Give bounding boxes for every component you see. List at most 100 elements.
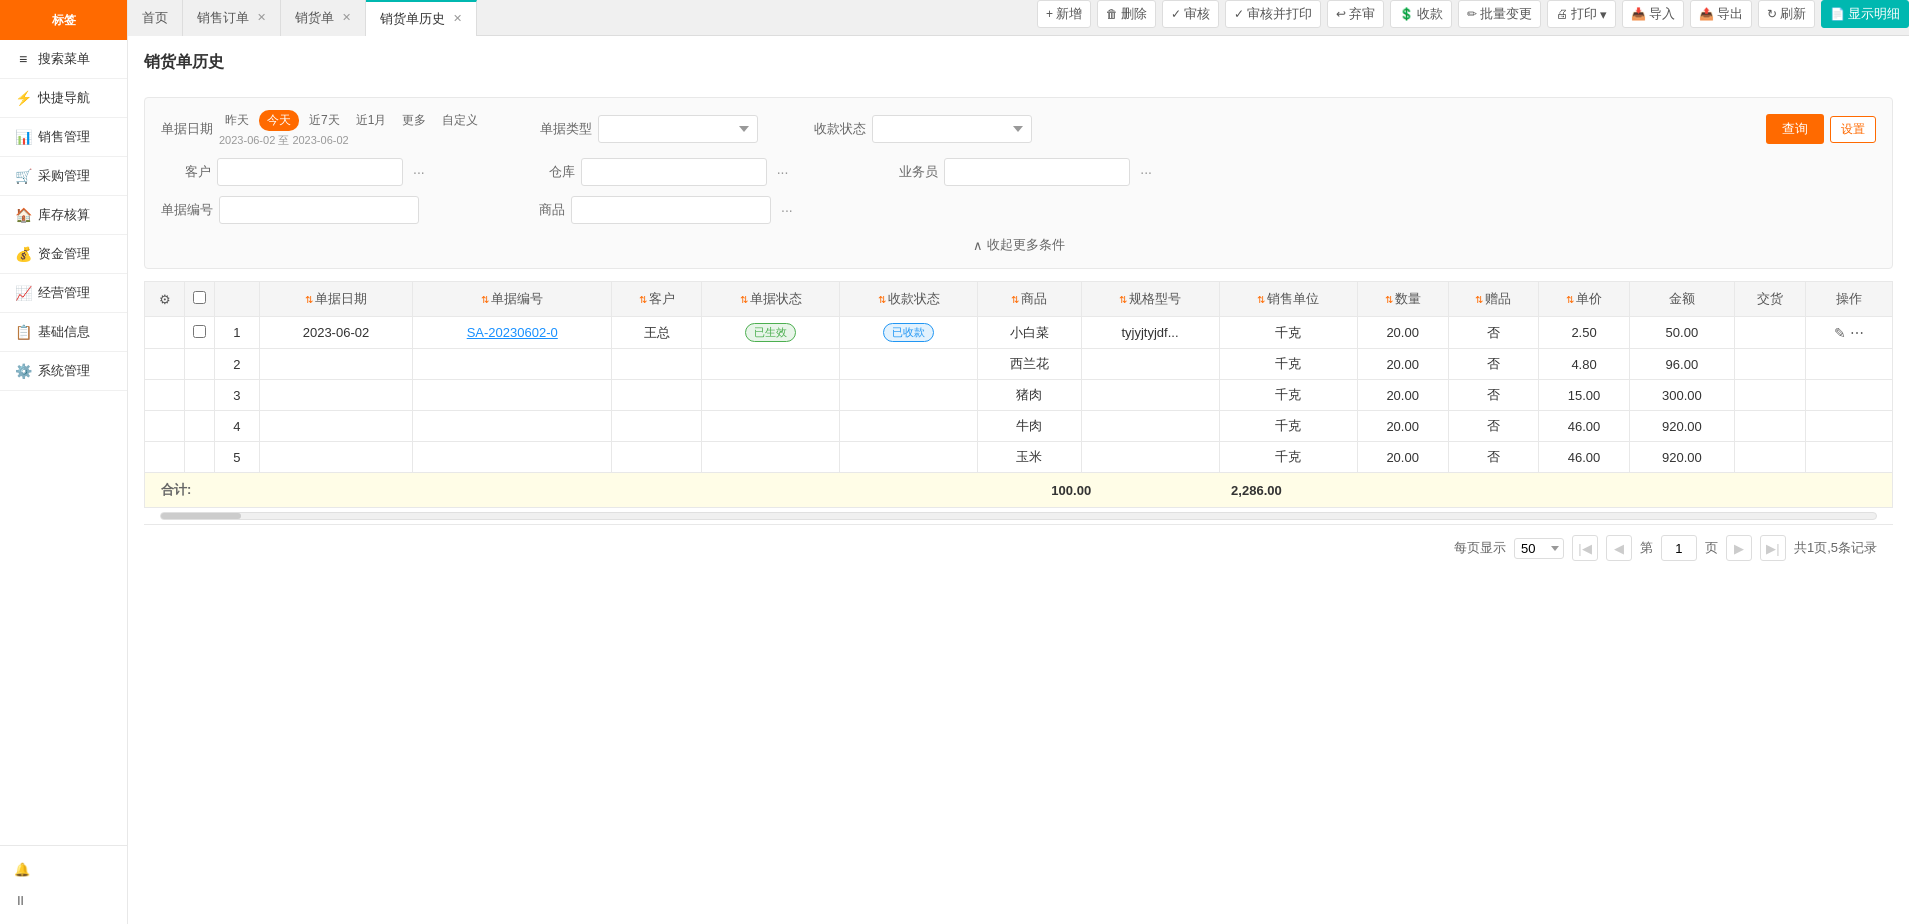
th-spec[interactable]: ⇅ 规格型号 [1081,282,1219,317]
sort-qty[interactable]: ⇅ 数量 [1385,290,1421,308]
sort-gift[interactable]: ⇅ 赠品 [1475,290,1511,308]
th-doc-status[interactable]: ⇅ 单据状态 [702,282,840,317]
date-btn-more[interactable]: 更多 [396,110,432,131]
date-btn-custom[interactable]: 自定义 [436,110,484,131]
last-page-btn[interactable]: ▶| [1760,535,1786,561]
th-docno[interactable]: ⇅ 单据编号 [413,282,612,317]
sort-spec[interactable]: ⇅ 规格型号 [1119,290,1181,308]
td-trade [1734,411,1806,442]
settings-btn[interactable]: 设置 [1830,116,1876,143]
sort-pay-status[interactable]: ⇅ 收款状态 [878,290,940,308]
prev-page-btn[interactable]: ◀ [1606,535,1632,561]
tab-sales-history[interactable]: 销货单历史 ✕ [366,0,477,36]
sidebar-item-biz-mgmt[interactable]: 📈 经营管理 [0,274,127,313]
th-gift[interactable]: ⇅ 赠品 [1448,282,1538,317]
td-checkbox[interactable] [185,349,215,380]
sidebar-bottom-icon1[interactable]: 🔔 [0,854,127,885]
tab-home[interactable]: 首页 [128,0,183,36]
date-btn-today[interactable]: 今天 [259,110,299,131]
td-checkbox[interactable] [185,411,215,442]
th-customer[interactable]: ⇅ 客户 [612,282,702,317]
per-page-select[interactable]: 50 100 200 [1514,538,1564,559]
td-checkbox[interactable] [185,380,215,411]
th-price[interactable]: ⇅ 单价 [1538,282,1629,317]
sidebar-item-purchase-mgmt[interactable]: 🛒 采购管理 [0,157,127,196]
goods-input[interactable] [571,196,771,224]
sort-date[interactable]: ⇅ 单据日期 [305,290,367,308]
tab-close-sales-delivery[interactable]: ✕ [342,11,351,24]
td-amount: 920.00 [1630,411,1734,442]
td-docno [413,349,612,380]
row-checkbox[interactable] [193,325,206,338]
customer-input[interactable] [217,158,403,186]
sidebar-item-finance-mgmt[interactable]: 💰 资金管理 [0,235,127,274]
next-page-btn[interactable]: ▶ [1726,535,1752,561]
date-quick-btns: 昨天 今天 近7天 近1月 更多 自定义 [219,110,484,131]
td-customer [612,442,702,473]
th-qty[interactable]: ⇅ 数量 [1357,282,1448,317]
salesperson-input[interactable] [944,158,1130,186]
th-unit[interactable]: ⇅ 销售单位 [1219,282,1357,317]
td-settings [145,442,185,473]
pay-status-select[interactable] [872,115,1032,143]
warehouse-ellipsis-btn[interactable]: ··· [773,164,793,180]
date-btn-1month[interactable]: 近1月 [350,110,393,131]
sort-doc-status[interactable]: ⇅ 单据状态 [740,290,802,308]
sort-price[interactable]: ⇅ 单价 [1566,290,1602,308]
sort-docno[interactable]: ⇅ 单据编号 [481,290,543,308]
select-all-checkbox[interactable] [193,291,206,304]
goods-ellipsis-btn[interactable]: ··· [777,202,797,218]
warehouse-input[interactable] [581,158,767,186]
sort-customer[interactable]: ⇅ 客户 [639,290,675,308]
bell-icon: 🔔 [14,862,30,877]
date-btn-7days[interactable]: 近7天 [303,110,346,131]
td-spec [1081,442,1219,473]
td-unit: 千克 [1219,317,1357,349]
scrollbar-thumb[interactable] [161,513,241,519]
sidebar-bottom-icon2[interactable]: ⏸ [0,885,127,916]
edit-icon[interactable]: ✎ [1834,325,1846,341]
query-btn[interactable]: 查询 [1766,114,1824,144]
tab-sales-order[interactable]: 销售订单 ✕ [183,0,281,36]
doc-type-select[interactable] [598,115,758,143]
collapse-btn[interactable]: ∧ 收起更多条件 [161,234,1876,256]
first-page-btn[interactable]: |◀ [1572,535,1598,561]
sidebar-item-sys-mgmt[interactable]: ⚙️ 系统管理 [0,352,127,391]
sort-unit[interactable]: ⇅ 销售单位 [1257,290,1319,308]
tab-close-sales-order[interactable]: ✕ [257,11,266,24]
th-date[interactable]: ⇅ 单据日期 [259,282,413,317]
td-trade [1734,380,1806,411]
tab-close-sales-history[interactable]: ✕ [453,12,462,25]
th-goods[interactable]: ⇅ 商品 [978,282,1081,317]
th-checkbox[interactable] [185,282,215,317]
td-checkbox[interactable] [185,317,215,349]
horizontal-scrollbar[interactable] [160,512,1877,520]
td-pay-status [840,380,978,411]
date-btn-yesterday[interactable]: 昨天 [219,110,255,131]
th-num-col [215,282,260,317]
query-settings-area: 查询 设置 [1766,114,1876,144]
page-title: 销货单历史 [144,52,224,73]
customer-ellipsis-btn[interactable]: ··· [409,164,429,180]
td-settings [145,317,185,349]
sidebar-item-quick-nav[interactable]: ⚡ 快捷导航 [0,79,127,118]
more-icon[interactable]: ⋯ [1850,325,1864,341]
sidebar-item-search-menu[interactable]: ≡ 搜索菜单 [0,40,127,79]
sort-goods[interactable]: ⇅ 商品 [1011,290,1047,308]
sidebar-item-inventory[interactable]: 🏠 库存核算 [0,196,127,235]
docno-input[interactable] [219,196,419,224]
sidebar-item-basic-info[interactable]: 📋 基础信息 [0,313,127,352]
total-info: 共1页,5条记录 [1794,539,1877,557]
docno-label: 单据编号 [161,201,213,219]
th-settings[interactable]: ⚙ [145,282,185,317]
th-pay-status[interactable]: ⇅ 收款状态 [840,282,978,317]
page-input[interactable] [1661,535,1697,561]
salesperson-ellipsis-btn[interactable]: ··· [1136,164,1156,180]
tab-sales-delivery[interactable]: 销货单 ✕ [281,0,366,36]
page-suffix: 页 [1705,539,1718,557]
td-checkbox[interactable] [185,442,215,473]
td-qty: 20.00 [1357,380,1448,411]
doc-no-link[interactable]: SA-20230602-0 [467,325,558,340]
sidebar-item-sales-mgmt[interactable]: 📊 销售管理 [0,118,127,157]
filter-item-pay-status: 收款状态 [814,115,1032,143]
